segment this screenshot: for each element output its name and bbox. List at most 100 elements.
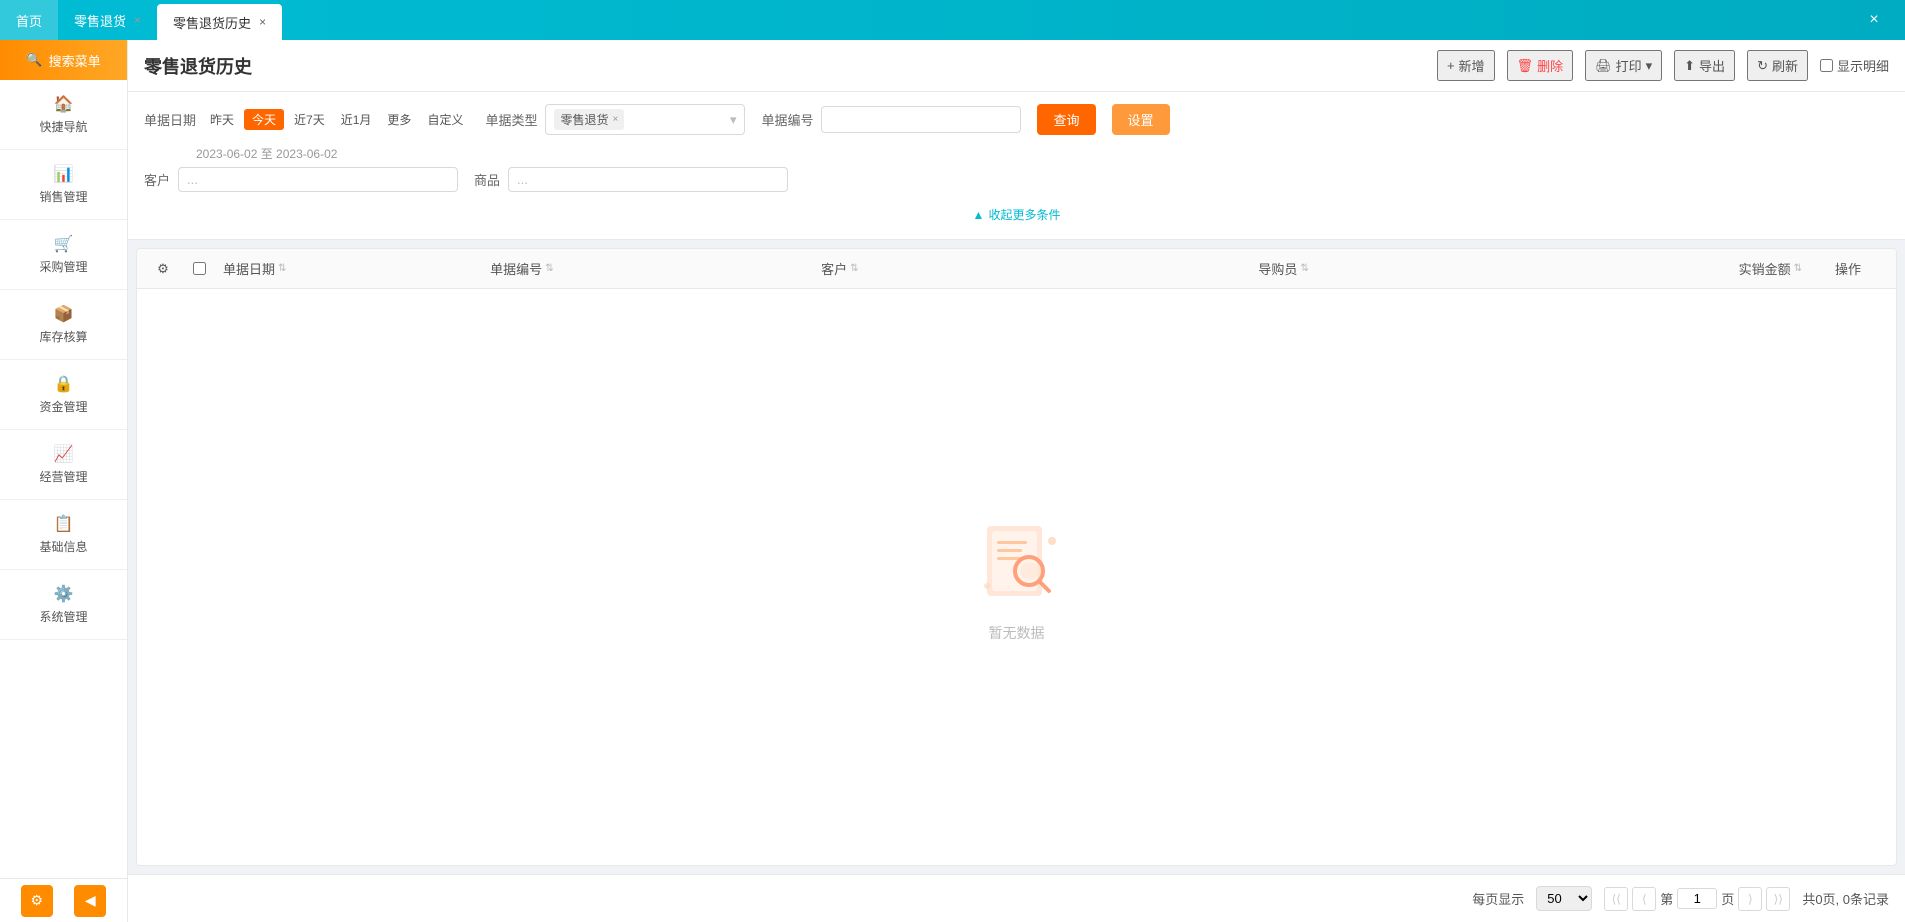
search-icon: 🔍	[26, 52, 42, 68]
sidebar-item-quick-nav[interactable]: 🏠 快捷导航	[0, 80, 127, 150]
pagination-bar: 每页显示 10 20 50 100 ⟨⟨ ⟨ 第 页 ⟩ ⟩⟩ 共0页, 0条记…	[128, 874, 1905, 922]
date-btn-yesterday[interactable]: 昨天	[204, 109, 240, 130]
sidebar-item-purchase[interactable]: 🛒 采购管理	[0, 220, 127, 290]
page-number-input[interactable]	[1677, 888, 1717, 909]
sidebar-bottom: ⚙ ◀	[0, 878, 127, 922]
th-customer[interactable]: 客户 ⇅	[815, 251, 1252, 286]
page-suffix: 页	[1721, 889, 1734, 908]
date-btn-today[interactable]: 今天	[244, 109, 284, 130]
delete-icon: 🗑	[1517, 58, 1534, 74]
settings-button[interactable]: 设置	[1112, 104, 1170, 135]
sidebar-settings-button[interactable]: ⚙	[21, 885, 53, 917]
empty-illustration	[967, 511, 1067, 611]
sidebar-collapse-button[interactable]: ◀	[74, 885, 106, 917]
add-label: 新增	[1459, 56, 1485, 75]
filter-row-1: 单据日期 昨天 今天 近7天 近1月 更多 自定义 单据类型	[144, 104, 1889, 135]
next-page-button[interactable]: ⟩	[1738, 887, 1762, 911]
tab-return-history[interactable]: 零售退货历史 ×	[157, 4, 282, 40]
main-layout: 🔍 搜索菜单 🏠 快捷导航 📊 销售管理 🛒 采购管理 📦 库存核算 🔒	[0, 40, 1905, 922]
tab-bar: 首页 零售退货 × 零售退货历史 ×	[0, 0, 1859, 40]
sidebar-item-inventory[interactable]: 📦 库存核算	[0, 290, 127, 360]
query-button[interactable]: 查询	[1037, 104, 1095, 135]
print-icon: 🖨	[1595, 58, 1612, 74]
customer-placeholder: ...	[187, 172, 198, 187]
date-btn-more[interactable]: 更多	[381, 109, 417, 130]
pagination-nav: ⟨⟨ ⟨ 第 页 ⟩ ⟩⟩	[1604, 887, 1790, 911]
th-guide[interactable]: 导购员 ⇅	[1252, 251, 1583, 286]
bill-type-dropdown-icon: ▾	[730, 112, 737, 128]
date-filter-group: 单据日期 昨天 今天 近7天 近1月 更多 自定义	[144, 109, 469, 130]
sidebar-item-operation-label: 经营管理	[39, 468, 87, 485]
th-bill[interactable]: 单据编号 ⇅	[484, 251, 815, 286]
product-placeholder: ...	[517, 172, 528, 187]
empty-text: 暂无数据	[989, 623, 1045, 643]
bill-type-select[interactable]: 零售退货 × ▾	[545, 104, 745, 135]
print-button[interactable]: 🖨 打印 ▾	[1585, 50, 1662, 81]
window-close-button[interactable]: ×	[1859, 5, 1889, 35]
sidebar-search-label: 搜索菜单	[49, 51, 101, 70]
sidebar-item-base-info[interactable]: 📋 基础信息	[0, 500, 127, 570]
th-date-sort-icon: ⇅	[278, 263, 286, 274]
bill-type-tag-close[interactable]: ×	[612, 114, 618, 125]
sidebar-item-inventory-label: 库存核算	[39, 328, 87, 345]
date-btn-1month[interactable]: 近1月	[335, 109, 378, 130]
bill-number-label: 单据编号	[761, 110, 813, 129]
th-date[interactable]: 单据日期 ⇅	[217, 251, 484, 286]
top-bar: 首页 零售退货 × 零售退货历史 × ×	[0, 0, 1905, 40]
refresh-button[interactable]: ↻ 刷新	[1747, 50, 1808, 81]
page-size-select[interactable]: 10 20 50 100	[1536, 886, 1592, 911]
th-settings[interactable]: ⚙	[145, 253, 181, 285]
sidebar-item-finance[interactable]: 🔒 资金管理	[0, 360, 127, 430]
bill-type-label: 单据类型	[485, 110, 537, 129]
first-page-button[interactable]: ⟨⟨	[1604, 887, 1628, 911]
empty-state: 暂无数据	[967, 511, 1067, 643]
purchase-icon: 🛒	[54, 234, 74, 254]
bill-type-filter-group: 单据类型 零售退货 × ▾	[485, 104, 745, 135]
prev-page-button[interactable]: ⟨	[1632, 887, 1656, 911]
sidebar-item-operation[interactable]: 📈 经营管理	[0, 430, 127, 500]
delete-button[interactable]: 🗑 删除	[1507, 50, 1574, 81]
th-date-label: 单据日期	[223, 259, 275, 278]
tab-return-history-close[interactable]: ×	[259, 15, 266, 29]
export-icon: ⬆	[1684, 58, 1695, 74]
table-body: 暂无数据	[137, 289, 1896, 865]
th-bill-sort-icon: ⇅	[545, 263, 553, 274]
sidebar-search[interactable]: 🔍 搜索菜单	[0, 40, 127, 80]
product-select[interactable]: ...	[508, 167, 788, 192]
tab-home[interactable]: 首页	[0, 0, 58, 40]
inventory-icon: 📦	[54, 304, 74, 324]
quick-nav-icon: 🏠	[54, 94, 74, 114]
bill-number-filter-group: 单据编号	[761, 106, 1021, 133]
date-btn-7days[interactable]: 近7天	[288, 109, 331, 130]
bill-number-input[interactable]	[821, 106, 1021, 133]
th-check[interactable]	[181, 254, 217, 283]
header-actions: + 新增 🗑 删除 🖨 打印 ▾ ⬆ 导出 ↻ 刷新	[1437, 50, 1889, 81]
add-button[interactable]: + 新增	[1437, 50, 1495, 81]
collapse-bar[interactable]: ▲ 收起更多条件	[144, 202, 1889, 227]
show-detail-input[interactable]	[1820, 59, 1833, 72]
base-info-icon: 📋	[54, 514, 74, 534]
th-amount-label: 实销金额	[1739, 259, 1791, 278]
select-all-checkbox[interactable]	[193, 262, 206, 275]
export-button[interactable]: ⬆ 导出	[1674, 50, 1735, 81]
customer-label: 客户	[144, 170, 170, 189]
page-word: 第	[1660, 889, 1673, 908]
bill-type-tag: 零售退货 ×	[554, 109, 624, 130]
customer-select[interactable]: ...	[178, 167, 458, 192]
last-page-button[interactable]: ⟩⟩	[1766, 887, 1790, 911]
th-customer-label: 客户	[821, 259, 847, 278]
top-bar-right: ×	[1859, 5, 1905, 35]
print-label: 打印	[1616, 56, 1642, 75]
date-btn-custom[interactable]: 自定义	[421, 109, 469, 130]
tab-return-label: 零售退货	[74, 11, 126, 30]
th-action-label: 操作	[1835, 259, 1861, 278]
date-range-text: 2023-06-02 至 2023-06-02	[196, 147, 337, 161]
sidebar-nav: 🏠 快捷导航 📊 销售管理 🛒 采购管理 📦 库存核算 🔒 资金管理 📈	[0, 80, 127, 878]
show-detail-checkbox[interactable]: 显示明细	[1820, 56, 1889, 75]
refresh-label: 刷新	[1772, 56, 1798, 75]
sidebar-item-system[interactable]: ⚙️ 系统管理	[0, 570, 127, 640]
sidebar-item-sales[interactable]: 📊 销售管理	[0, 150, 127, 220]
tab-return[interactable]: 零售退货 ×	[58, 0, 157, 40]
th-amount[interactable]: 实销金额 ⇅	[1583, 251, 1808, 286]
tab-return-close[interactable]: ×	[134, 13, 141, 27]
